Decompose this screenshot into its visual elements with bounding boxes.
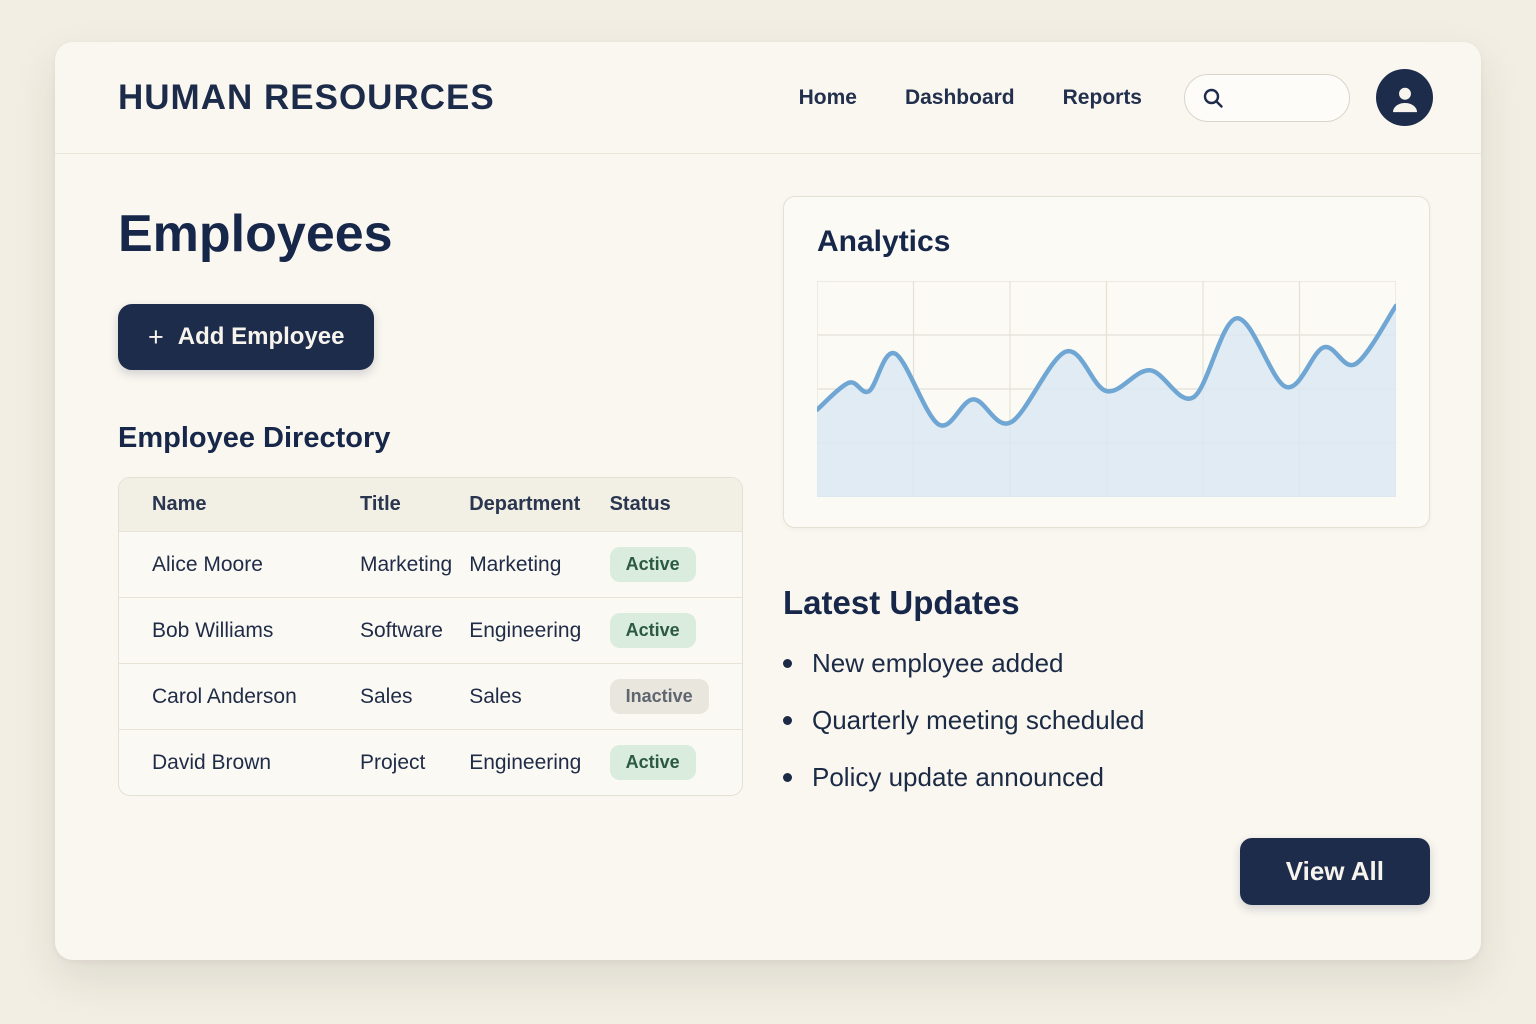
updates-list: New employee added Quarterly meeting sch…	[783, 648, 1430, 793]
cell-name: Carol Anderson	[152, 684, 297, 708]
top-header: HUMAN RESOURCES Home Dashboard Reports	[55, 42, 1481, 154]
cell-name: Alice Moore	[152, 552, 263, 576]
analytics-title: Analytics	[817, 225, 951, 258]
update-text: Policy update announced	[812, 762, 1105, 792]
app-window: HUMAN RESOURCES Home Dashboard Reports E…	[55, 42, 1481, 960]
cell-department: Sales	[469, 684, 522, 708]
table-row: Alice Moore Marketing Marketing Active	[119, 531, 742, 597]
nav-item-dashboard[interactable]: Dashboard	[905, 86, 1015, 110]
analytics-chart	[817, 281, 1396, 497]
view-all-button[interactable]: View All	[1239, 838, 1430, 905]
table-row: David Brown Project Engineering Active	[119, 729, 742, 795]
list-item: Policy update announced	[783, 762, 1430, 793]
add-employee-button[interactable]: + Add Employee	[118, 304, 375, 370]
cell-title: Project	[360, 750, 426, 774]
nav-item-reports[interactable]: Reports	[1063, 86, 1142, 110]
right-panel: Analytics Latest Updates New employee ad…	[783, 196, 1430, 905]
analytics-card: Analytics	[783, 196, 1430, 528]
main-content: Employees + Add Employee Employee Direct…	[55, 154, 1481, 960]
cell-title: Software	[360, 618, 443, 642]
cell-department: Marketing	[469, 552, 562, 576]
status-badge: Active	[609, 745, 696, 780]
list-item: Quarterly meeting scheduled	[783, 705, 1430, 736]
employees-section: Employees + Add Employee Employee Direct…	[118, 196, 743, 905]
nav-item-home[interactable]: Home	[799, 86, 857, 110]
bullet-icon	[783, 773, 792, 782]
update-text: New employee added	[812, 648, 1064, 678]
update-text: Quarterly meeting scheduled	[812, 705, 1145, 735]
plus-icon: +	[148, 321, 164, 352]
col-header-department: Department	[469, 493, 581, 515]
employee-table: Name Title Department Status Alice Moore…	[118, 477, 743, 796]
bullet-icon	[783, 716, 792, 725]
add-employee-label: Add Employee	[177, 323, 345, 350]
table-row: Bob Williams Software Engineering Active	[119, 597, 742, 663]
cell-name: Bob Williams	[152, 618, 274, 642]
cell-department: Engineering	[469, 618, 582, 642]
table-row: Carol Anderson Sales Sales Inactive	[119, 663, 742, 729]
status-badge: Active	[609, 547, 696, 582]
directory-heading: Employee Directory	[118, 422, 391, 454]
cell-department: Engineering	[469, 750, 582, 774]
col-header-name: Name	[152, 493, 207, 515]
page-title: Employees	[118, 205, 393, 263]
col-header-status: Status	[609, 493, 671, 515]
user-icon	[1388, 81, 1422, 115]
bullet-icon	[783, 659, 792, 668]
search-input[interactable]	[1225, 77, 1335, 118]
updates-heading: Latest Updates	[783, 584, 1020, 621]
cell-title: Sales	[360, 684, 413, 708]
col-header-title: Title	[360, 493, 401, 515]
search-box[interactable]	[1184, 73, 1350, 122]
status-badge: Inactive	[609, 679, 709, 714]
table-header-row: Name Title Department Status	[119, 478, 742, 531]
cell-title: Marketing	[360, 552, 453, 576]
brand-title: HUMAN RESOURCES	[118, 77, 495, 117]
status-badge: Active	[609, 613, 696, 648]
main-nav: Home Dashboard Reports	[799, 86, 1142, 110]
cell-name: David Brown	[152, 750, 272, 774]
list-item: New employee added	[783, 648, 1430, 679]
user-avatar[interactable]	[1376, 69, 1433, 126]
search-icon	[1201, 86, 1225, 110]
